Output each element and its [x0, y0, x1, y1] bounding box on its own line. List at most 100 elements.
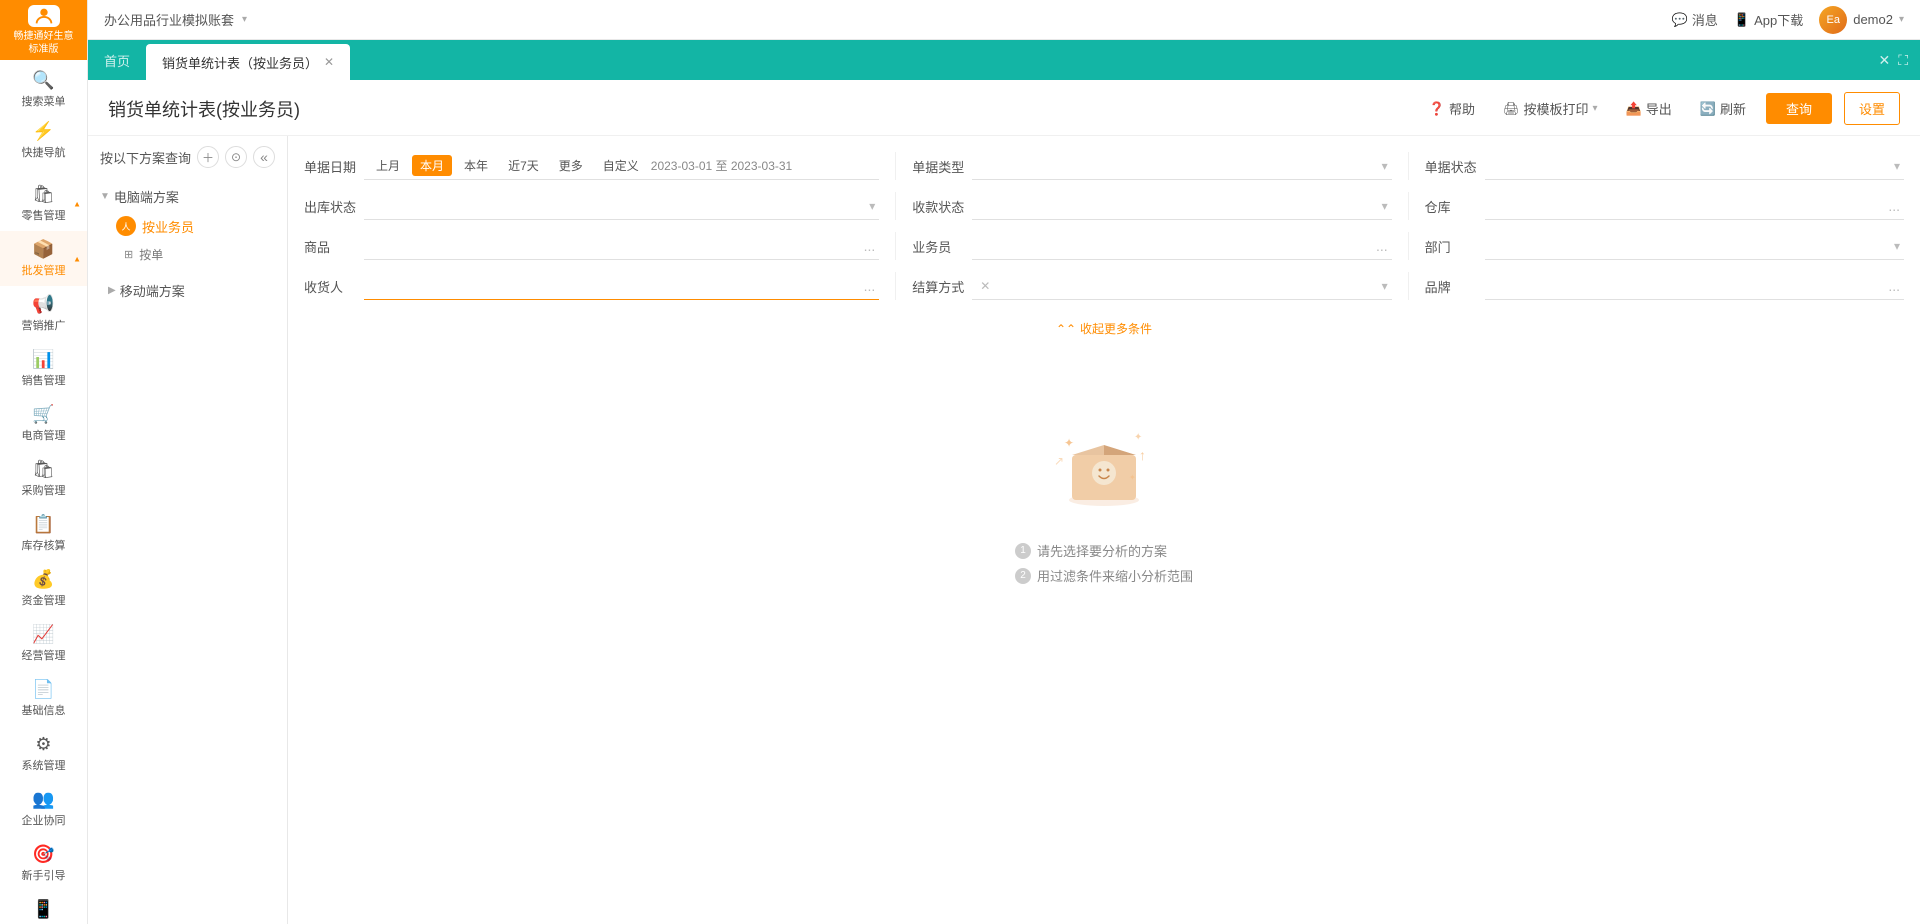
collapse-panel-btn[interactable]: «: [253, 146, 275, 168]
setting-button[interactable]: 设置: [1844, 92, 1900, 125]
date-btn-thisyear[interactable]: 本年: [456, 155, 496, 176]
divider-1: [895, 152, 896, 180]
sidebar-item-basic-info[interactable]: 📄 基础信息: [0, 671, 87, 726]
tab-close-btn[interactable]: ✕: [324, 55, 334, 69]
divider-7: [895, 272, 896, 300]
sidebar-item-app-center[interactable]: 📱 应用中心: [0, 891, 87, 924]
date-btn-thismonth[interactable]: 本月: [412, 155, 452, 176]
tip-1-text: 请先选择要分析的方案: [1037, 541, 1167, 560]
sidebar-item-quicknav[interactable]: ⚡ 快捷导航: [0, 113, 87, 168]
sidebar-item-marketing[interactable]: 📢 营销推广: [0, 286, 87, 341]
page-title: 销货单统计表(按业务员): [108, 96, 300, 122]
header-right: 💬 消息 📱 App下载 Ea demo2 ▾: [1672, 6, 1904, 34]
add-scheme-btn[interactable]: ＋: [197, 146, 219, 168]
filter-row-1: 单据日期 上月 本月 本年 近7天 更多 自定义 20: [304, 152, 1904, 180]
sidebar-item-sales[interactable]: 📊 销售管理: [0, 341, 87, 396]
scheme-item-order[interactable]: ⊞ 按单: [88, 241, 287, 268]
brand-dots[interactable]: ...: [1888, 278, 1900, 294]
app-download-btn[interactable]: 📱 App下载: [1734, 10, 1803, 29]
svg-text:✦: ✦: [1129, 473, 1136, 482]
guide-icon: 🎯: [32, 844, 54, 865]
salesperson-active-icon: 人: [116, 216, 136, 236]
export-btn[interactable]: 📤 导出: [1618, 95, 1680, 122]
salesperson-dots[interactable]: ...: [1376, 238, 1388, 254]
doctype-control[interactable]: ▾: [972, 152, 1391, 180]
tab-expand-icon[interactable]: ⛶: [1898, 52, 1908, 69]
sidebar-item-collaboration[interactable]: 👥 企业协同: [0, 781, 87, 836]
warehouse-dots[interactable]: ...: [1888, 198, 1900, 214]
left-panel-title: 按以下方案查询: [100, 148, 191, 167]
pc-scheme-header[interactable]: ▼ 电脑端方案: [88, 182, 287, 211]
tip-2-text: 用过滤条件来缩小分析范围: [1037, 566, 1193, 585]
svg-text:✦: ✦: [1134, 432, 1142, 443]
app-logo: 畅捷通好生意 标准版: [0, 0, 88, 60]
date-btn-lastmonth[interactable]: 上月: [368, 155, 408, 176]
sidebar-item-wholesale[interactable]: 📦 批发管理: [0, 231, 87, 286]
collapse-bar[interactable]: ⌃⌃ 收起更多条件: [304, 312, 1904, 345]
pc-scheme-label: 电脑端方案: [114, 187, 179, 206]
date-btn-more[interactable]: 更多: [551, 155, 591, 176]
help-label: 帮助: [1449, 99, 1475, 118]
avatar: Ea: [1819, 6, 1847, 34]
logo-icon: [28, 5, 60, 27]
svg-text:↗: ↗: [1054, 454, 1064, 468]
goods-control[interactable]: ...: [364, 232, 879, 260]
divider-6: [1408, 232, 1409, 260]
consignee-control[interactable]: ...: [364, 272, 879, 300]
receipt-control[interactable]: ▾: [972, 192, 1391, 220]
goods-dots[interactable]: ...: [864, 238, 876, 254]
brand-label: 品牌: [1425, 277, 1485, 296]
message-btn[interactable]: 💬 消息: [1672, 10, 1718, 29]
refresh-label: 刷新: [1720, 99, 1746, 118]
sidebar-wholesale-label: 批发管理: [22, 262, 66, 278]
sidebar-purchase-label: 采购管理: [22, 482, 66, 498]
settlement-clear-btn[interactable]: ✕: [980, 279, 990, 293]
salesperson-control[interactable]: ...: [972, 232, 1391, 260]
sidebar-collaboration-label: 企业协同: [22, 812, 66, 828]
tab-home[interactable]: 首页: [88, 40, 146, 80]
sidebar-item-finance[interactable]: 💰 资金管理: [0, 561, 87, 616]
template-print-label: 按模板打印: [1524, 99, 1589, 118]
tab-sales-stats[interactable]: 销货单统计表（按业务员） ✕: [146, 44, 350, 80]
filter-row-2: 出库状态 ▾ 收款状态 ▾: [304, 192, 1904, 220]
docstatus-control[interactable]: ▾: [1485, 152, 1904, 180]
inventory-icon: 📋: [32, 514, 54, 535]
date-btn-7days[interactable]: 近7天: [500, 155, 547, 176]
sidebar-item-retail[interactable]: 🛍 零售管理: [0, 176, 87, 231]
sidebar-item-management[interactable]: 📈 经营管理: [0, 616, 87, 671]
brand-control[interactable]: ...: [1485, 272, 1904, 300]
sidebar-item-search[interactable]: 🔍 搜索菜单: [0, 60, 87, 113]
query-button[interactable]: 查询: [1766, 93, 1832, 124]
tab-close-all-icon[interactable]: ✕: [1878, 52, 1890, 69]
outbound-control[interactable]: ▾: [364, 192, 879, 220]
settlement-control[interactable]: ✕ ▾: [972, 272, 1391, 300]
sidebar-item-guide[interactable]: 🎯 新手引导: [0, 836, 87, 891]
outbound-label: 出库状态: [304, 197, 364, 216]
message-icon: 💬: [1672, 12, 1688, 28]
date-btn-custom[interactable]: 自定义: [595, 155, 647, 176]
sidebar-item-purchase[interactable]: 🛍 采购管理: [0, 451, 87, 506]
page-actions: ❓ 帮助 🖨 按模板打印 ▾ 📤 导出 🔄 刷新 查询 设置: [1421, 92, 1900, 125]
header-dropdown-arrow[interactable]: ▾: [242, 14, 247, 25]
mobile-scheme-header[interactable]: ▶ 移动端方案: [88, 276, 287, 305]
filter-warehouse-field: 仓库 ...: [1425, 192, 1904, 220]
quicknav-icon: ⚡: [32, 121, 54, 142]
salesperson-filter-label: 业务员: [912, 237, 972, 256]
warehouse-control[interactable]: ...: [1485, 192, 1904, 220]
scheme-item-salesperson[interactable]: 人 按业务员: [88, 211, 287, 241]
refresh-btn[interactable]: 🔄 刷新: [1692, 95, 1754, 122]
dept-control[interactable]: ▾: [1485, 232, 1904, 260]
sidebar-item-ecommerce[interactable]: 🛒 电商管理: [0, 396, 87, 451]
right-panel: 单据日期 上月 本月 本年 近7天 更多 自定义 20: [288, 136, 1920, 924]
content-area: 销货单统计表(按业务员) ❓ 帮助 🖨 按模板打印 ▾ 📤 导出 🔄 刷新: [88, 80, 1920, 924]
filter-row-3: 商品 ... 业务员 ...: [304, 232, 1904, 260]
user-btn[interactable]: Ea demo2 ▾: [1819, 6, 1904, 34]
sidebar-item-inventory[interactable]: 📋 库存核算: [0, 506, 87, 561]
sidebar-item-system[interactable]: ⚙ 系统管理: [0, 726, 87, 781]
tip-num-2: 2: [1015, 568, 1031, 584]
consignee-dots[interactable]: ...: [864, 278, 876, 294]
copy-scheme-btn[interactable]: ⊙: [225, 146, 247, 168]
template-print-btn[interactable]: 🖨 按模板打印 ▾: [1495, 95, 1606, 122]
print-dropdown-arrow: ▾: [1593, 103, 1598, 114]
help-btn[interactable]: ❓ 帮助: [1421, 95, 1483, 122]
